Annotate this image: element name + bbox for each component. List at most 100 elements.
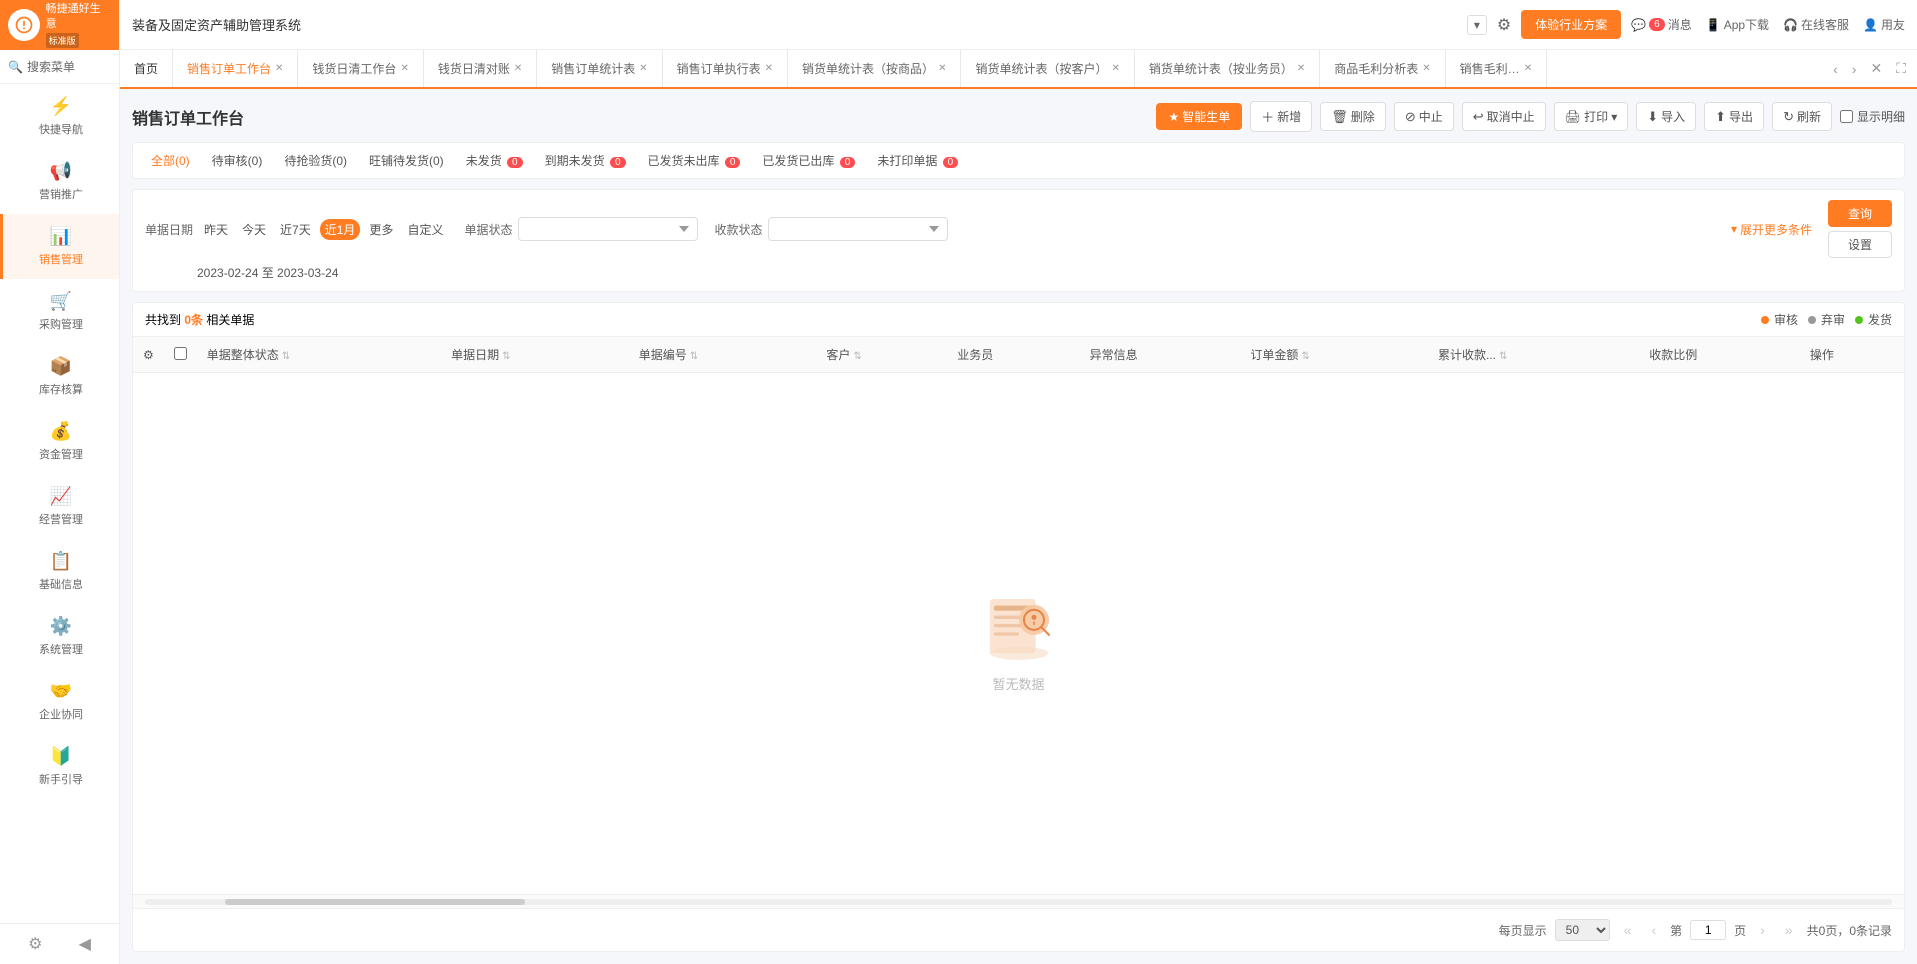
tab-sales-order-stats[interactable]: 销售订单统计表 ✕ [537,50,662,87]
tab-home[interactable]: 首页 [120,50,173,87]
sidebar-item-enterprise[interactable]: 🤝 企业协同 [0,669,119,734]
tab-product-margin[interactable]: 商品毛利分析表 ✕ [1320,50,1445,87]
sidebar-item-purchase[interactable]: 🛒 采购管理 [0,279,119,344]
tab-close-icon[interactable]: ✕ [1297,63,1305,74]
quick-ship-action[interactable]: 发货 [1855,311,1892,328]
expand-filter-button[interactable]: ▾ 展开更多条件 [1731,221,1812,238]
tab-close-icon[interactable]: ✕ [1111,63,1119,74]
quick-review-action[interactable]: 审核 [1761,311,1798,328]
subtab-not-shipped[interactable]: 未发货 0 [456,147,533,174]
online-service-item[interactable]: 🎧 在线客服 [1783,16,1849,33]
filter-payment-select[interactable] [768,217,948,241]
page-last-icon[interactable]: » [1779,920,1799,940]
solution-button[interactable]: 体验行业方案 [1521,10,1621,39]
tab-sales-order-workbench[interactable]: 销售订单工作台 ✕ [173,50,298,89]
subtab-all[interactable]: 全部(0) [141,147,200,174]
tab-sales-gross[interactable]: 销售毛利… ✕ [1446,50,1547,87]
sort-icon[interactable]: ⇅ [502,351,510,362]
export-button[interactable]: ⬆ 导出 [1704,102,1764,131]
page-prev-icon[interactable]: ‹ [1645,920,1662,940]
sidebar-item-marketing[interactable]: 📢 营销推广 [0,149,119,214]
sidebar-item-sales[interactable]: 📊 销售管理 [0,214,119,279]
setting-button[interactable]: 设置 [1828,231,1892,258]
tab-sales-order-exec[interactable]: 销售订单执行表 ✕ [663,50,788,87]
date-opt-yesterday[interactable]: 昨天 [199,219,233,240]
tabbar-next-icon[interactable]: › [1847,59,1862,79]
hscroll-track[interactable] [145,899,1892,905]
add-button[interactable]: ＋ 新增 [1250,101,1312,132]
tab-close-icon[interactable]: ✕ [639,63,647,74]
tab-daily-cash[interactable]: 钱货日清工作台 ✕ [298,50,423,87]
quick-cancel-review-action[interactable]: 弃审 [1808,311,1845,328]
collapse-sidebar-icon[interactable]: ◀ [79,934,91,954]
per-page-select[interactable]: 50 20 100 [1555,919,1610,941]
import-button[interactable]: ⬇ 导入 [1636,102,1696,131]
date-opt-more[interactable]: 更多 [364,219,398,240]
subtab-shipped-out[interactable]: 已发货已出库 0 [752,147,865,174]
tab-sales-stats-customer[interactable]: 销货单统计表（按客户） ✕ [961,50,1134,87]
sidebar-item-system[interactable]: ⚙️ 系统管理 [0,604,119,669]
tab-close-icon[interactable]: ✕ [1524,63,1532,74]
select-all-checkbox[interactable] [174,347,187,360]
sidebar-item-base-info[interactable]: 📋 基础信息 [0,539,119,604]
date-opt-1month[interactable]: 近1月 [320,219,361,240]
date-opt-custom[interactable]: 自定义 [402,219,448,240]
stop-button[interactable]: ⊘ 中止 [1394,102,1454,131]
sidebar-item-inventory[interactable]: 📦 库存核算 [0,344,119,409]
subtab-not-printed[interactable]: 未打印单据 0 [867,147,968,174]
sidebar-item-operations[interactable]: 📈 经营管理 [0,474,119,539]
tab-close-icon[interactable]: ✕ [938,63,946,74]
date-opt-today[interactable]: 今天 [237,219,271,240]
subtab-pending-review[interactable]: 待审核(0) [202,147,273,174]
tab-close-icon[interactable]: ✕ [514,63,522,74]
sidebar-search[interactable]: 🔍 搜索菜单 [0,50,119,84]
subtab-wangpu[interactable]: 旺铺待发货(0) [359,147,454,174]
th-checkbox[interactable] [164,337,197,373]
topbar-gear-icon[interactable]: ⚙ [1497,15,1511,35]
page-number-input[interactable]: 1 [1690,920,1726,940]
tab-close-icon[interactable]: ✕ [275,63,283,74]
page-next-icon[interactable]: › [1754,920,1771,940]
sidebar-item-finance[interactable]: 💰 资金管理 [0,409,119,474]
cancel-stop-button[interactable]: ↩ 取消中止 [1462,102,1546,131]
tab-close-icon[interactable]: ✕ [400,63,408,74]
query-button[interactable]: 查询 [1828,200,1892,227]
th-settings[interactable]: ⚙ [133,337,164,373]
subtab-shipped-not-out[interactable]: 已发货未出库 0 [638,147,751,174]
refresh-button[interactable]: ↻ 刷新 [1772,102,1832,131]
tab-cash-inventory[interactable]: 钱货日清对账 ✕ [424,50,537,87]
show-detail-input[interactable] [1840,110,1853,123]
subtab-overdue[interactable]: 到期未发货 0 [535,147,636,174]
th-date: 单据日期⇅ [441,337,629,373]
date-opt-7days[interactable]: 近7天 [275,219,316,240]
filter-status-select[interactable] [518,217,698,241]
sidebar-item-quick-nav[interactable]: ⚡ 快捷导航 [0,84,119,149]
sort-icon[interactable]: ⇅ [282,351,290,362]
page-first-icon[interactable]: « [1618,920,1638,940]
tab-sales-stats-product[interactable]: 销货单统计表（按商品） ✕ [788,50,961,87]
tab-label: 销售订单统计表 [551,60,635,77]
app-download-item[interactable]: 📱 App下载 [1706,16,1769,33]
tab-close-icon[interactable]: ✕ [765,63,773,74]
tab-close-icon[interactable]: ✕ [1422,63,1430,74]
topbar-dropdown[interactable]: ▾ [1467,15,1487,35]
print-button[interactable]: 🖨 打印 ▾ [1554,102,1629,131]
message-icon-item[interactable]: 💬 6 消息 [1631,16,1692,33]
sort-icon[interactable]: ⇅ [690,351,698,362]
tabbar-prev-icon[interactable]: ‹ [1828,59,1843,79]
tabbar-maximize-icon[interactable]: ⛶ [1891,58,1911,79]
tab-sales-stats-staff[interactable]: 销货单统计表（按业务员） ✕ [1135,50,1320,87]
hscroll-thumb[interactable] [225,899,525,905]
tabbar-close-all-icon[interactable]: ✕ [1865,58,1887,79]
sidebar-item-guide[interactable]: 🔰 新手引导 [0,734,119,799]
sort-icon[interactable]: ⇅ [1301,351,1309,362]
show-detail-checkbox[interactable]: 显示明细 [1840,108,1905,125]
stop-icon: ⊘ [1405,109,1416,125]
delete-button[interactable]: 🗑 删除 [1320,102,1386,131]
smart-gen-button[interactable]: ★ 智能生单 [1156,103,1242,130]
user-item[interactable]: 👤 用友 [1863,16,1905,33]
sort-icon[interactable]: ⇅ [1499,351,1507,362]
sort-icon[interactable]: ⇅ [853,351,861,362]
subtab-pending-inspect[interactable]: 待抢验货(0) [274,147,357,174]
settings-bottom-icon[interactable]: ⚙ [28,934,42,954]
